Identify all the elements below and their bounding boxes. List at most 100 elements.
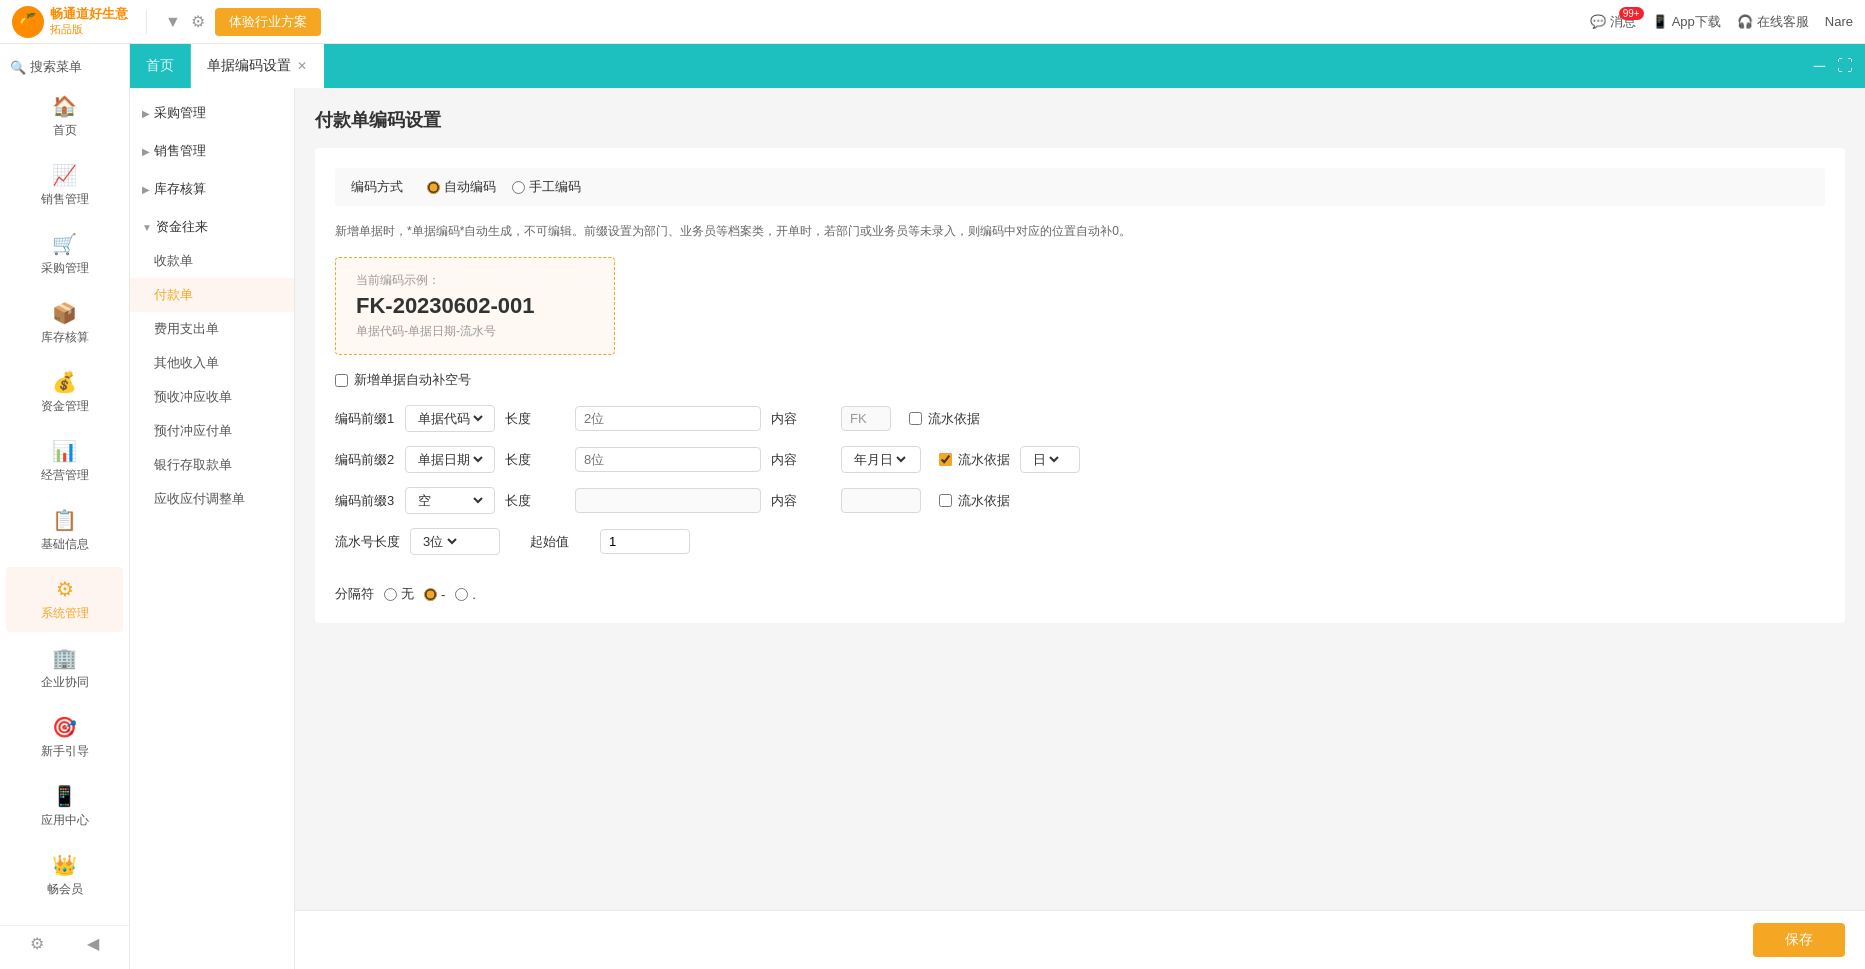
prefix2-period-dropdown[interactable]: 日 月 年 bbox=[1029, 451, 1062, 468]
sec-item-receipt[interactable]: 收款单 bbox=[130, 244, 294, 278]
sidebar-item-operations[interactable]: 📊 经营管理 bbox=[6, 429, 123, 494]
trial-button[interactable]: 体验行业方案 bbox=[215, 8, 321, 36]
start-value-input[interactable] bbox=[600, 529, 690, 554]
sep-dot-option[interactable]: . bbox=[455, 587, 476, 602]
service-button[interactable]: 🎧 在线客服 bbox=[1737, 13, 1809, 31]
prefix1-content-input[interactable] bbox=[841, 406, 891, 431]
prefix2-label: 编码前缀2 bbox=[335, 451, 395, 469]
sep-none-radio[interactable] bbox=[384, 588, 397, 601]
prefix2-select[interactable]: 单据日期 单据代码 业务员 空 bbox=[405, 446, 495, 473]
purchase-icon: 🛒 bbox=[52, 232, 77, 256]
sidebar-label-basic: 基础信息 bbox=[41, 536, 89, 553]
arrow-icon: ▶ bbox=[142, 146, 150, 157]
sidebar-item-newbie[interactable]: 🎯 新手引导 bbox=[6, 705, 123, 770]
stream-length-select[interactable]: 3位 4位 5位 6位 bbox=[410, 528, 500, 555]
prefix2-length-label: 长度 bbox=[505, 451, 565, 469]
sidebar-label-system: 系统管理 bbox=[41, 605, 89, 622]
sidebar-item-finance[interactable]: 💰 资金管理 bbox=[6, 360, 123, 425]
sidebar-item-corp[interactable]: 🏢 企业协同 bbox=[6, 636, 123, 701]
sidebar-item-apps[interactable]: 📱 应用中心 bbox=[6, 774, 123, 839]
prefix2-period-select[interactable]: 日 月 年 bbox=[1020, 446, 1080, 473]
sec-item-payment[interactable]: 付款单 bbox=[130, 278, 294, 312]
manual-code-option[interactable]: 手工编码 bbox=[512, 178, 581, 196]
prefix3-dropdown[interactable]: 空 单据代码 业务员 部门 bbox=[414, 492, 486, 509]
auto-code-radio[interactable] bbox=[427, 181, 440, 194]
prefix3-content-label: 内容 bbox=[771, 492, 831, 510]
stream-length-dropdown[interactable]: 3位 4位 5位 6位 bbox=[419, 533, 460, 550]
sep-dash-option[interactable]: - bbox=[424, 587, 445, 602]
top-bar-divider bbox=[146, 10, 147, 34]
service-label: 在线客服 bbox=[1757, 13, 1809, 31]
sidebar-item-purchase[interactable]: 🛒 采购管理 bbox=[6, 222, 123, 287]
prefix3-content-input[interactable] bbox=[841, 488, 921, 513]
sidebar-label-operations: 经营管理 bbox=[41, 467, 89, 484]
sec-item-expense[interactable]: 费用支出单 bbox=[130, 312, 294, 346]
sidebar-label-purchase: 采购管理 bbox=[41, 260, 89, 277]
search-label: 搜索菜单 bbox=[30, 58, 82, 76]
sep-dot-radio[interactable] bbox=[455, 588, 468, 601]
prefix3-length-input[interactable] bbox=[575, 488, 761, 513]
sidebar-item-member[interactable]: 👑 畅会员 bbox=[6, 843, 123, 908]
sec-item-prepay-pay[interactable]: 预付冲应付单 bbox=[130, 414, 294, 448]
prefix1-length-input[interactable] bbox=[575, 406, 761, 431]
tab-maximize-button[interactable]: ⛶ bbox=[1837, 57, 1853, 75]
prefix3-stream-checkbox[interactable] bbox=[939, 494, 952, 507]
sep-none-option[interactable]: 无 bbox=[384, 585, 414, 603]
home-icon: 🏠 bbox=[52, 94, 77, 118]
prefix1-length-label: 长度 bbox=[505, 410, 565, 428]
prefix1-stream-checkbox[interactable] bbox=[909, 412, 922, 425]
prefix1-select[interactable]: 单据代码 业务员 部门 空 bbox=[405, 405, 495, 432]
sep-dash-radio[interactable] bbox=[424, 588, 437, 601]
nav-dropdown[interactable]: ▼ bbox=[165, 13, 181, 31]
sep-dot-label: . bbox=[472, 587, 476, 602]
prefix2-stream-checkbox-label[interactable]: 流水依据 bbox=[939, 451, 1010, 469]
sec-group-purchase: ▶ 采购管理 bbox=[130, 96, 294, 130]
tab-minimize-button[interactable]: ─ bbox=[1814, 57, 1825, 75]
message-button[interactable]: 💬 消息 99+ bbox=[1590, 13, 1636, 31]
sidebar-item-home[interactable]: 🏠 首页 bbox=[6, 84, 123, 149]
auto-fill-checkbox-label[interactable]: 新增单据自动补空号 bbox=[335, 371, 1825, 389]
settings-bottom-icon[interactable]: ⚙ bbox=[30, 934, 44, 953]
collapse-sidebar-button[interactable]: ◀ bbox=[87, 934, 99, 953]
prefix2-content-select[interactable]: 年月日 年月 年 bbox=[841, 446, 921, 473]
search-menu-button[interactable]: 🔍 搜索菜单 bbox=[0, 52, 129, 82]
save-button[interactable]: 保存 bbox=[1753, 923, 1845, 957]
prefix3-select[interactable]: 空 单据代码 业务员 部门 bbox=[405, 487, 495, 514]
auto-fill-checkbox[interactable] bbox=[335, 374, 348, 387]
app-download-button[interactable]: 📱 App下载 bbox=[1652, 13, 1721, 31]
sep-dash-label: - bbox=[441, 587, 445, 602]
tab-voucher-settings[interactable]: 单据编码设置 ✕ bbox=[191, 44, 324, 88]
prefix2-length-input[interactable] bbox=[575, 447, 761, 472]
user-menu[interactable]: Nare bbox=[1825, 14, 1853, 29]
sidebar-bottom: ⚙ ◀ bbox=[0, 925, 129, 961]
sec-item-bank[interactable]: 银行存取款单 bbox=[130, 448, 294, 482]
sidebar-item-sales[interactable]: 📈 销售管理 bbox=[6, 153, 123, 218]
prefix2-content-dropdown[interactable]: 年月日 年月 年 bbox=[850, 451, 909, 468]
manual-code-radio[interactable] bbox=[512, 181, 525, 194]
code-method-label: 编码方式 bbox=[351, 178, 411, 196]
sec-group-sales: ▶ 销售管理 bbox=[130, 134, 294, 168]
prefix1-dropdown[interactable]: 单据代码 业务员 部门 空 bbox=[414, 410, 486, 427]
tab-close-button[interactable]: ✕ bbox=[297, 59, 307, 73]
auto-code-option[interactable]: 自动编码 bbox=[427, 178, 496, 196]
sec-item-prepay-recv[interactable]: 预收冲应收单 bbox=[130, 380, 294, 414]
sec-item-other-income[interactable]: 其他收入单 bbox=[130, 346, 294, 380]
separator-row: 分隔符 无 - bbox=[335, 585, 1825, 603]
prefix3-stream-checkbox-label[interactable]: 流水依据 bbox=[939, 492, 1010, 510]
sec-group-sales-header[interactable]: ▶ 销售管理 bbox=[130, 134, 294, 168]
prefix1-stream-checkbox-label[interactable]: 流水依据 bbox=[909, 410, 980, 428]
sidebar-item-stock[interactable]: 📦 库存核算 bbox=[6, 291, 123, 356]
prefix2-dropdown[interactable]: 单据日期 单据代码 业务员 空 bbox=[414, 451, 486, 468]
top-bar: 🍊 畅通道好生意 拓品版 ▼ ⚙ 体验行业方案 💬 消息 99+ 📱 App下载… bbox=[0, 0, 1865, 44]
sidebar-item-basic[interactable]: 📋 基础信息 bbox=[6, 498, 123, 563]
tab-home[interactable]: 首页 bbox=[130, 44, 191, 88]
tab-bar: 首页 单据编码设置 ✕ ─ ⛶ bbox=[130, 44, 1865, 88]
search-icon: 🔍 bbox=[10, 60, 26, 75]
sec-group-purchase-header[interactable]: ▶ 采购管理 bbox=[130, 96, 294, 130]
prefix2-stream-checkbox[interactable] bbox=[939, 453, 952, 466]
sec-group-stock-header[interactable]: ▶ 库存核算 bbox=[130, 172, 294, 206]
sec-item-adjust[interactable]: 应收应付调整单 bbox=[130, 482, 294, 516]
sec-group-capital-header[interactable]: ▼ 资金往来 bbox=[130, 210, 294, 244]
settings-icon[interactable]: ⚙ bbox=[191, 12, 205, 31]
sidebar-item-system[interactable]: ⚙ 系统管理 bbox=[6, 567, 123, 632]
